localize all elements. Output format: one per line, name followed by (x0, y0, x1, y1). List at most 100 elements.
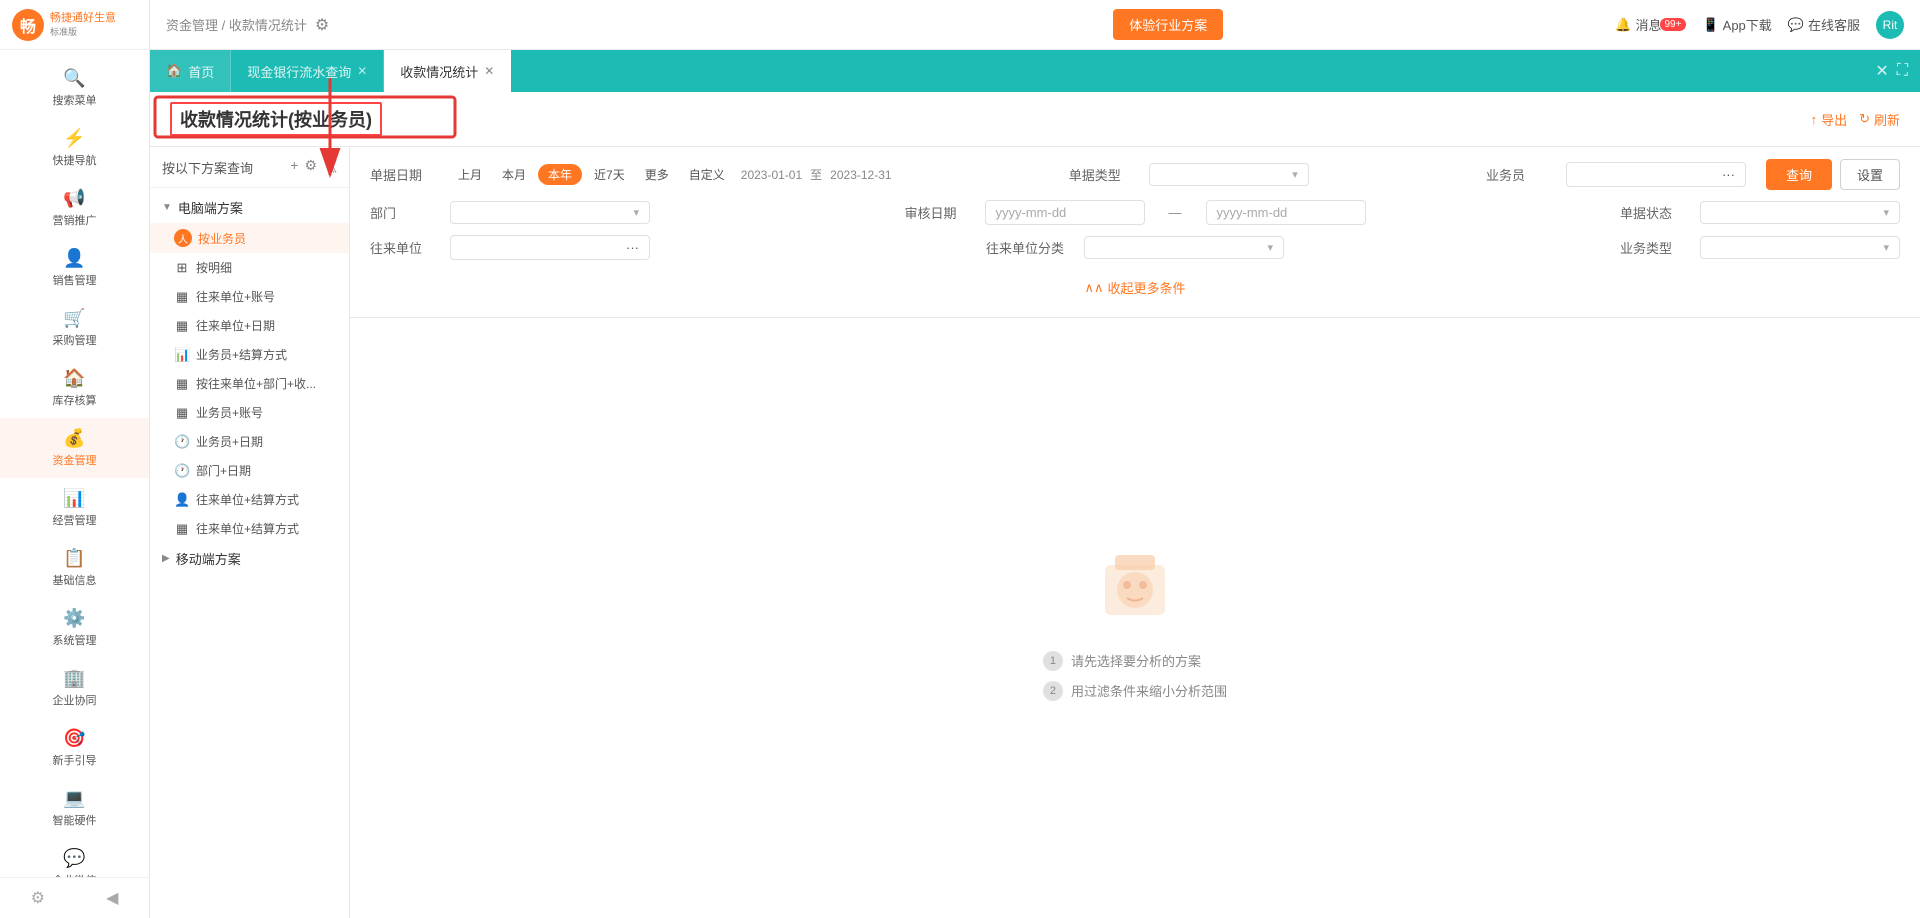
desktop-arrow-icon: ▼ (162, 202, 172, 213)
sidebar-item-finance[interactable]: 💰资金管理 (0, 418, 149, 478)
user-avatar: Rit (1876, 11, 1904, 39)
mobile-group-header[interactable]: ▶ 移动端方案 (150, 543, 349, 574)
date-tab-last-month[interactable]: 上月 (450, 164, 490, 185)
scheme-item-unit-date-label: 往来单位+日期 (196, 317, 275, 334)
scheme-item-salesman-account[interactable]: ▦ 业务员+账号 (150, 398, 349, 427)
salesman-account-icon: ▦ (174, 405, 190, 421)
export-button[interactable]: ↑ 导出 (1811, 110, 1848, 129)
sidebar-item-marketing[interactable]: 📢营销推广 (0, 178, 149, 238)
unit-settlement1-icon: 👤 (174, 492, 190, 508)
settings-icon[interactable]: ⚙ (31, 888, 45, 908)
biz-type-select[interactable]: ▾ (1700, 236, 1900, 259)
refresh-button[interactable]: ↻ 刷新 (1859, 110, 1900, 129)
purchase-label: 采购管理 (53, 332, 97, 348)
empty-steps: 1 请先选择要分析的方案 2 用过滤条件来缩小分析范围 (1043, 651, 1227, 701)
scheme-item-unit-dept-col[interactable]: ▦ 按往来单位+部门+收... (150, 369, 349, 398)
sidebar-item-wechat[interactable]: 💬企业微信 (0, 838, 149, 877)
left-panel-header: 按以下方案查询 + ⚙ 《 (150, 147, 349, 188)
tab-bank-flow-close-icon[interactable]: ✕ (357, 64, 367, 78)
partner-category-select[interactable]: ▾ (1084, 236, 1284, 259)
date-tab-custom[interactable]: 自定义 (681, 164, 733, 185)
scheme-item-unit-date[interactable]: ▦ 往来单位+日期 (150, 311, 349, 340)
scheme-item-unit-settlement1[interactable]: 👤 往来单位+结算方式 (150, 485, 349, 514)
collapse-panel-icon[interactable]: 《 (323, 157, 337, 177)
salesman-label: 业务员 (1486, 165, 1546, 184)
main-content: 资金管理 / 收款情况统计 ⚙ 体验行业方案 🔔 消息 99+ 📱 App下载 … (150, 0, 1920, 918)
dept-label: 部门 (370, 203, 430, 222)
scheme-item-unit-settlement1-label: 往来单位+结算方式 (196, 491, 299, 508)
collapse-label: 收起更多条件 (1108, 278, 1186, 297)
sidebar: 畅 畅捷通好生意 标准版 🔍搜索菜单⚡快捷导航📢营销推广👤销售管理🛒采购管理🏠库… (0, 0, 150, 918)
review-date-end-input[interactable]: yyyy-mm-dd (1206, 200, 1366, 225)
finance-icon: 💰 (63, 428, 85, 449)
sidebar-item-enterprise[interactable]: 🏢企业协同 (0, 658, 149, 718)
scheme-item-unit-settlement2[interactable]: ▦ 往来单位+结算方式 (150, 514, 349, 543)
empty-illustration (1085, 535, 1185, 635)
step-2-text: 用过滤条件来缩小分析范围 (1071, 681, 1227, 700)
scheme-settings-icon[interactable]: ⚙ (304, 157, 317, 177)
review-date-start-placeholder: yyyy-mm-dd (996, 205, 1067, 220)
detail-icon: ⊞ (174, 260, 190, 276)
desktop-group: ▼ 电脑端方案 人 按业务员 ⊞ 按明细 ▦ (150, 192, 349, 543)
date-tab-last-7days[interactable]: 近7天 (586, 164, 633, 185)
message-button[interactable]: 🔔 消息 99+ (1615, 15, 1686, 34)
trial-button[interactable]: 体验行业方案 (1113, 9, 1223, 40)
app-download-label: App下载 (1723, 15, 1772, 34)
newguide-label: 新手引导 (53, 752, 97, 768)
desktop-group-header[interactable]: ▼ 电脑端方案 (150, 192, 349, 223)
salesman-select[interactable]: ··· (1566, 162, 1746, 187)
sidebar-item-basic[interactable]: 📋基础信息 (0, 538, 149, 598)
query-button[interactable]: 查询 (1766, 159, 1832, 190)
sidebar-item-shortcut[interactable]: ⚡快捷导航 (0, 118, 149, 178)
date-tab-more[interactable]: 更多 (637, 164, 677, 185)
add-scheme-icon[interactable]: + (290, 157, 298, 177)
user-avatar-button[interactable]: Rit (1876, 11, 1904, 39)
topbar-gear-icon[interactable]: ⚙ (315, 15, 329, 35)
scheme-item-salesman-date[interactable]: 🕐 业务员+日期 (150, 427, 349, 456)
scheme-item-by-salesman-label: 按业务员 (198, 230, 246, 247)
sidebar-item-newguide[interactable]: 🎯新手引导 (0, 718, 149, 778)
doc-type-select[interactable]: ▾ (1149, 163, 1309, 186)
doc-status-select[interactable]: ▾ (1700, 201, 1900, 224)
scheme-item-by-detail[interactable]: ⊞ 按明细 (150, 253, 349, 282)
scheme-item-salesman-settlement[interactable]: 📊 业务员+结算方式 (150, 340, 349, 369)
tab-home[interactable]: 🏠 首页 (150, 50, 231, 92)
date-tab-this-year[interactable]: 本年 (538, 164, 582, 185)
hardware-label: 智能硬件 (53, 812, 97, 828)
sidebar-item-hardware[interactable]: 💻智能硬件 (0, 778, 149, 838)
online-service-button[interactable]: 💬 在线客服 (1788, 15, 1860, 34)
close-all-tabs-icon[interactable]: ✕ (1875, 61, 1888, 81)
shortcut-icon: ⚡ (63, 128, 85, 149)
dept-select[interactable]: ▾ (450, 201, 650, 224)
scheme-item-unit-account[interactable]: ▦ 往来单位+账号 (150, 282, 349, 311)
review-date-start-input[interactable]: yyyy-mm-dd (985, 200, 1145, 225)
collapse-bar[interactable]: ∧∧ 收起更多条件 (370, 270, 1900, 305)
tab-collection-stats-close-icon[interactable]: ✕ (484, 64, 494, 78)
sidebar-item-inventory[interactable]: 🏠库存核算 (0, 358, 149, 418)
scheme-item-dept-date[interactable]: 🕐 部门+日期 (150, 456, 349, 485)
app-badge: 标准版 (50, 25, 116, 38)
tab-bank-flow[interactable]: 现金银行流水查询 ✕ (231, 50, 384, 92)
expand-icon[interactable]: ⛶ (1897, 62, 1908, 80)
review-date-end-placeholder: yyyy-mm-dd (1217, 205, 1288, 220)
scheme-item-unit-account-label: 往来单位+账号 (196, 288, 275, 305)
sidebar-item-system[interactable]: ⚙️系统管理 (0, 598, 149, 658)
page-area: 收款情况统计(按业务员) ↑ 导出 ↻ 刷新 按以下方案查询 + (150, 92, 1920, 918)
tab-collection-stats-label: 收款情况统计 (400, 62, 478, 81)
sidebar-item-purchase[interactable]: 🛒 采购管理 (0, 298, 149, 358)
step-1-text: 请先选择要分析的方案 (1071, 651, 1201, 670)
collapse-sidebar-icon[interactable]: ◀ (106, 888, 118, 908)
tab-collection-stats[interactable]: 收款情况统计 ✕ (384, 50, 511, 92)
settings-button[interactable]: 设置 (1840, 159, 1900, 190)
scheme-item-by-salesman[interactable]: 人 按业务员 (150, 223, 349, 253)
partner-label: 往来单位 (370, 238, 430, 257)
date-tab-this-month[interactable]: 本月 (494, 164, 534, 185)
app-download-button[interactable]: 📱 App下载 (1702, 15, 1771, 34)
sidebar-item-search[interactable]: 🔍搜索菜单 (0, 58, 149, 118)
tabbar-right-actions: ✕ ⛶ (1863, 61, 1920, 81)
purchase-icon: 🛒 (63, 308, 85, 329)
sidebar-item-sales[interactable]: 👤销售管理 (0, 238, 149, 298)
partner-select[interactable]: ··· (450, 235, 650, 260)
sidebar-item-operation[interactable]: 📊经营管理 (0, 478, 149, 538)
search-icon: 🔍 (63, 68, 85, 89)
